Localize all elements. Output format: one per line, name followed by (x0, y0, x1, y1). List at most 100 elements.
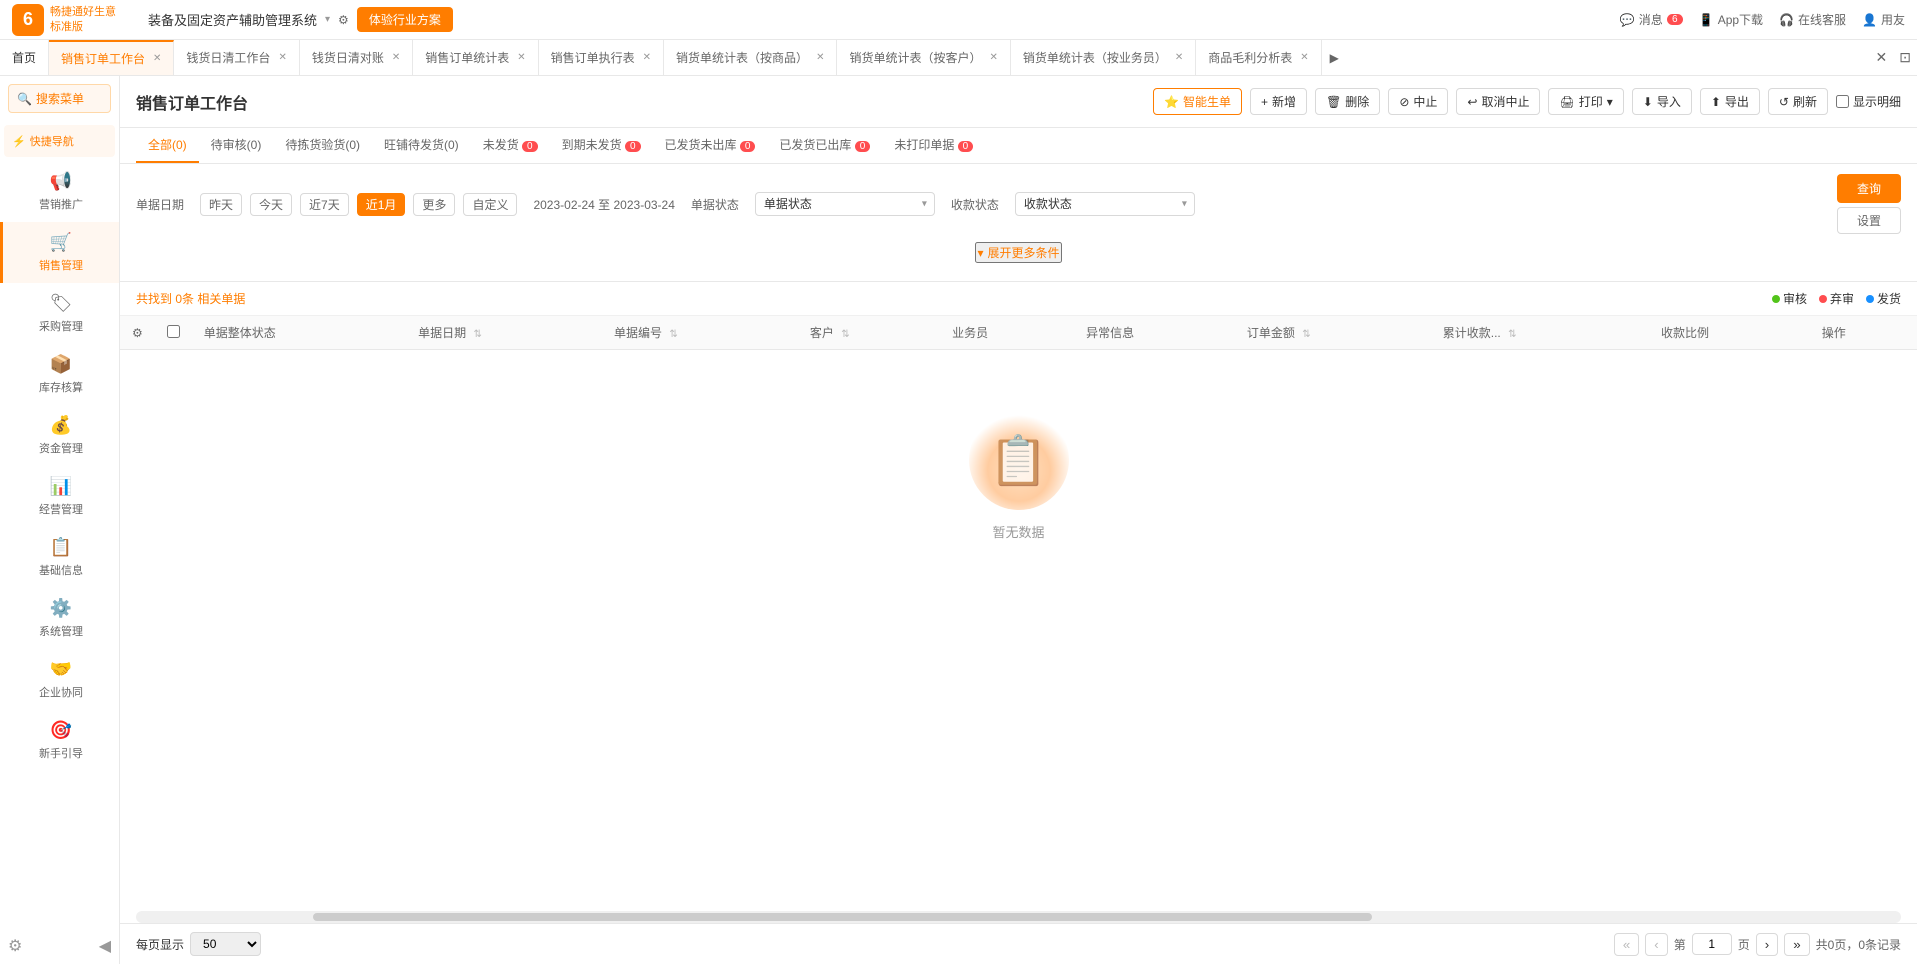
total-info: 共0页，0条记录 (1816, 936, 1901, 953)
tab-gross-profit[interactable]: 商品毛利分析表 ✕ (1196, 40, 1321, 76)
system-icon: ⚙️ (50, 598, 72, 619)
tab-close-by-product[interactable]: ✕ (816, 52, 824, 63)
tab-sales-exec[interactable]: 销售订单执行表 ✕ (539, 40, 664, 76)
online-service-btn[interactable]: 🎧 在线客服 (1779, 11, 1846, 28)
tab-close-sales-exec[interactable]: ✕ (643, 52, 651, 63)
user-btn[interactable]: 👤 用友 (1862, 11, 1905, 28)
select-all-checkbox[interactable] (167, 325, 180, 338)
subtab-pending-review[interactable]: 待审核(0) (199, 128, 274, 163)
sidebar-search-btn[interactable]: 🔍 搜索菜单 (8, 84, 111, 113)
export-btn[interactable]: ⬆ 导出 (1700, 88, 1760, 115)
sidebar-item-enterprise[interactable]: 🤝 企业协同 (0, 649, 119, 710)
delete-btn[interactable]: 🗑 删除 (1315, 88, 1380, 115)
col-customer[interactable]: 客户 ⇅ (798, 316, 940, 350)
subtab-overdue-not-shipped[interactable]: 到期未发货 0 (550, 128, 653, 163)
sidebar-item-purchase[interactable]: 🏷 采购管理 (0, 283, 119, 344)
tab-close-cash-reconcile[interactable]: ✕ (392, 52, 400, 63)
horizontal-scrollbar[interactable] (136, 911, 1901, 923)
status-select[interactable]: 单据状态 (755, 192, 935, 216)
subtab-shipped-out[interactable]: 已发货已出库 0 (767, 128, 882, 163)
col-date[interactable]: 单据日期 ⇅ (406, 316, 602, 350)
sidebar-quicknav[interactable]: ⚡ 快捷导航 (4, 125, 115, 157)
col-collected[interactable]: 累计收款... ⇅ (1431, 316, 1649, 350)
subtab-not-printed[interactable]: 未打印单据 0 (882, 128, 985, 163)
tab-sales-stats[interactable]: 销售订单统计表 ✕ (413, 40, 538, 76)
sidebar-item-sales[interactable]: 🛒 销售管理 (0, 222, 119, 283)
next-page-btn[interactable]: › (1756, 933, 1778, 956)
refresh-btn[interactable]: ↺ 刷新 (1768, 88, 1828, 115)
col-number[interactable]: 单据编号 ⇅ (602, 316, 798, 350)
subtab-not-shipped[interactable]: 未发货 0 (471, 128, 550, 163)
scrollbar-thumb[interactable] (313, 913, 1372, 921)
date-btn-more[interactable]: 更多 (413, 193, 455, 216)
subtab-shipped-not-out[interactable]: 已发货未出库 0 (653, 128, 768, 163)
first-page-btn[interactable]: « (1614, 933, 1639, 956)
col-amount[interactable]: 订单金额 ⇅ (1235, 316, 1431, 350)
industry-btn[interactable]: 体验行业方案 (357, 7, 453, 32)
subtab-all[interactable]: 全部(0) (136, 128, 199, 163)
sidebar-settings-btn[interactable]: ⚙ (8, 936, 22, 956)
page-size-select[interactable]: 10 20 50 100 (190, 932, 261, 956)
settings-icon[interactable]: ⚙ (338, 13, 349, 27)
tab-close-by-staff[interactable]: ✕ (1175, 52, 1183, 63)
sidebar-item-finance[interactable]: 💰 资金管理 (0, 405, 119, 466)
tab-action-next[interactable]: ⊡ (1893, 49, 1917, 66)
review-action[interactable]: 审核 (1772, 290, 1807, 307)
set-btn[interactable]: 设置 (1837, 207, 1901, 234)
show-detail-checkbox[interactable] (1836, 95, 1849, 108)
sidebar-item-marketing[interactable]: 📢 营销推广 (0, 161, 119, 222)
sidebar-collapse-btn[interactable]: ◀ (99, 936, 111, 956)
system-dropdown-icon[interactable]: ▾ (325, 14, 330, 25)
col-settings[interactable]: ⚙ (120, 316, 155, 350)
date-btn-7days[interactable]: 近7天 (300, 193, 349, 216)
last-page-btn[interactable]: » (1784, 933, 1809, 956)
tab-close-gross-profit[interactable]: ✕ (1300, 52, 1308, 63)
tab-sales-by-product[interactable]: 销货单统计表（按商品） ✕ (664, 40, 837, 76)
subtab-wangpu[interactable]: 旺铺待发货(0) (372, 128, 471, 163)
logo-text: 畅捷通好生意 标准版 (50, 5, 116, 34)
date-btn-1month[interactable]: 近1月 (357, 193, 406, 216)
sidebar-item-operation[interactable]: 📊 经营管理 (0, 466, 119, 527)
add-btn[interactable]: + 新增 (1250, 88, 1307, 115)
query-btn[interactable]: 查询 (1837, 174, 1901, 203)
sidebar-item-newbie[interactable]: 🎯 新手引导 (0, 710, 119, 771)
import-btn[interactable]: ⬇ 导入 (1632, 88, 1692, 115)
date-btn-custom[interactable]: 自定义 (463, 193, 517, 216)
tab-action-prev[interactable]: ✕ (1870, 49, 1894, 66)
tab-close-sales-stats[interactable]: ✕ (517, 52, 525, 63)
prev-page-btn[interactable]: ‹ (1645, 933, 1667, 956)
cancel-stop-btn[interactable]: ↩ 取消中止 (1456, 88, 1540, 115)
col-staff: 业务员 (940, 316, 1074, 350)
print-btn[interactable]: 🖨 打印 ▾ (1548, 88, 1623, 115)
smart-create-btn[interactable]: ⭐ 智能生单 (1153, 88, 1242, 115)
show-detail-label[interactable]: 显示明细 (1836, 93, 1901, 110)
tab-sales-by-customer[interactable]: 销货单统计表（按客户） ✕ (837, 40, 1010, 76)
tab-close-cash-daily[interactable]: ✕ (278, 52, 286, 63)
ship-action[interactable]: 发货 (1866, 290, 1901, 307)
subtab-pending-check[interactable]: 待拣货验货(0) (273, 128, 372, 163)
unreviewed-action[interactable]: 弃审 (1819, 290, 1854, 307)
date-btn-today[interactable]: 今天 (250, 193, 292, 216)
tab-sales-by-staff[interactable]: 销货单统计表（按业务员） ✕ (1011, 40, 1196, 76)
tab-cash-reconcile[interactable]: 钱货日清对账 ✕ (300, 40, 413, 76)
tab-more-btn[interactable]: ▶ (1322, 51, 1347, 65)
tab-close-by-customer[interactable]: ✕ (989, 52, 997, 63)
page-label-suffix: 页 (1738, 936, 1750, 953)
sidebar-item-system[interactable]: ⚙️ 系统管理 (0, 588, 119, 649)
col-checkbox[interactable] (155, 316, 192, 350)
tab-close-sales-order[interactable]: ✕ (153, 53, 161, 64)
app-download-btn[interactable]: 📱 App下载 (1699, 11, 1763, 28)
stop-btn[interactable]: ⊘ 中止 (1388, 88, 1448, 115)
pagination-controls: « ‹ 第 页 › » 共0页，0条记录 (1614, 933, 1901, 956)
message-btn[interactable]: 💬 消息 6 (1620, 11, 1683, 28)
sidebar-item-basic[interactable]: 📋 基础信息 (0, 527, 119, 588)
tab-home[interactable]: 首页 (0, 40, 49, 76)
shipped-out-badge: 0 (855, 141, 871, 152)
expand-filter-btn[interactable]: ▾ 展开更多条件 (975, 242, 1061, 263)
sidebar-item-inventory[interactable]: 📦 库存核算 (0, 344, 119, 405)
tab-sales-order-workbench[interactable]: 销售订单工作台 ✕ (49, 40, 174, 76)
tab-cash-daily[interactable]: 钱货日清工作台 ✕ (174, 40, 299, 76)
payment-select[interactable]: 收款状态 (1015, 192, 1195, 216)
page-input[interactable] (1692, 933, 1732, 955)
date-btn-yesterday[interactable]: 昨天 (200, 193, 242, 216)
